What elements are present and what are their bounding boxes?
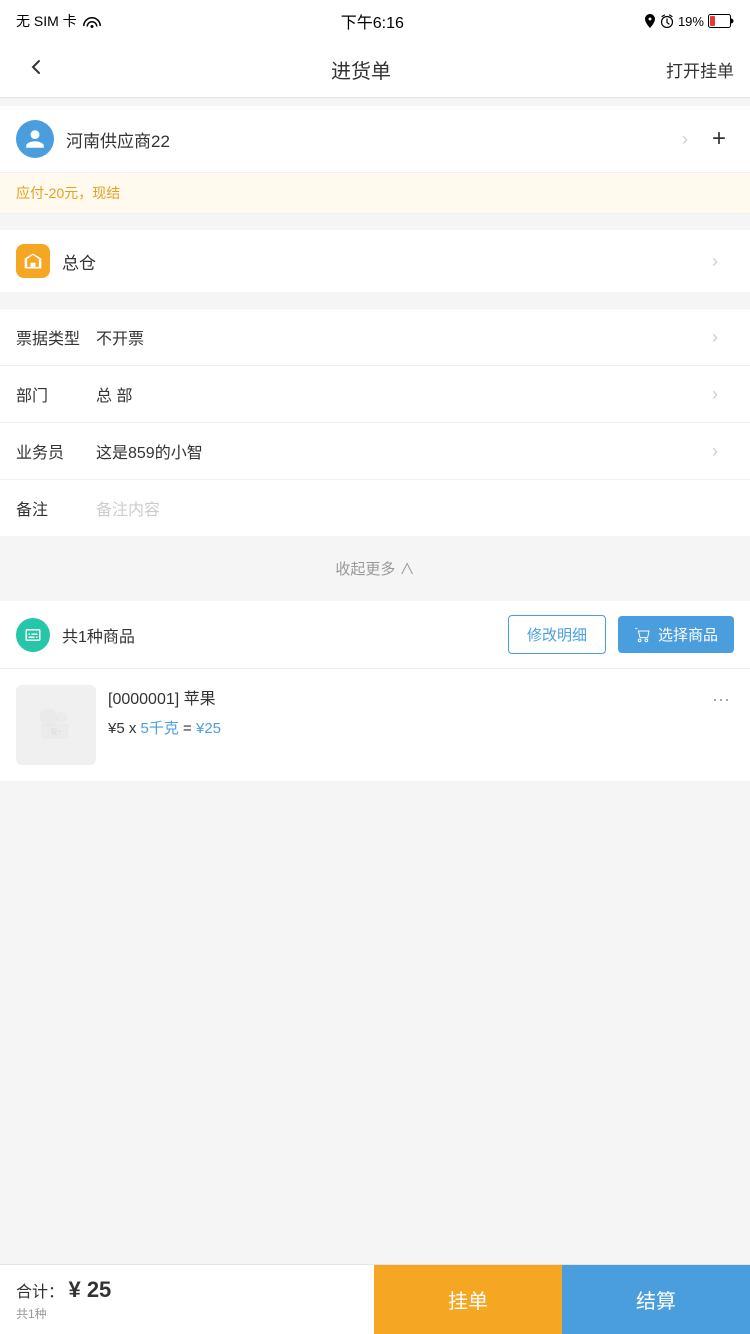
- battery-icon: [708, 14, 734, 28]
- dept-chevron: ›: [712, 384, 718, 405]
- collapse-label: 收起更多 ∧: [335, 558, 414, 579]
- supplier-avatar: [16, 120, 54, 158]
- supplier-chevron: ›: [682, 129, 688, 150]
- product-count: 共1种商品: [62, 623, 496, 647]
- product-code: [0000001]: [108, 691, 179, 708]
- dept-label: 部门: [16, 382, 96, 406]
- product-info: [0000001] 苹果 ¥5 x 5千克 = ¥25: [108, 685, 696, 738]
- product-header: 共1种商品 修改明细 选择商品: [0, 601, 750, 669]
- invoice-value: 不开票: [96, 325, 712, 349]
- total-amount: ¥ 25: [68, 1277, 111, 1302]
- location-icon: [644, 14, 656, 28]
- status-time: 下午6:16: [341, 9, 404, 33]
- total-count: 共1种: [16, 1305, 358, 1322]
- product-name: [0000001] 苹果: [108, 685, 696, 709]
- total-row: 合计： ¥ 25: [16, 1277, 358, 1303]
- product-qty: 5千克: [141, 720, 179, 737]
- warehouse-name: 总仓: [62, 249, 712, 274]
- warehouse-section: 总仓 ›: [0, 230, 750, 292]
- status-right: 19%: [644, 14, 734, 29]
- product-item: 管+ [0000001] 苹果 ¥5 x 5千克 = ¥25 ···: [0, 669, 750, 781]
- invoice-chevron: ›: [712, 327, 718, 348]
- total-label: 合计：: [16, 1284, 64, 1301]
- open-hold-button[interactable]: 打开挂单: [666, 57, 734, 82]
- add-supplier-button[interactable]: +: [704, 121, 734, 157]
- divider-1: [0, 98, 750, 106]
- dept-row[interactable]: 部门 总 部 ›: [0, 365, 750, 422]
- supplier-row[interactable]: 河南供应商22 › +: [0, 106, 750, 173]
- warehouse-icon: [16, 244, 50, 278]
- invoice-label: 票据类型: [16, 325, 96, 349]
- divider-3: [0, 300, 750, 308]
- cart-icon: [634, 627, 652, 643]
- status-carrier: 无 SIM 卡: [16, 11, 101, 31]
- sales-label: 业务员: [16, 439, 96, 463]
- product-total: ¥25: [196, 720, 221, 737]
- remark-input[interactable]: 备注内容: [96, 496, 734, 520]
- select-product-label: 选择商品: [658, 624, 718, 645]
- sales-row[interactable]: 业务员 这是859的小智 ›: [0, 422, 750, 479]
- supplier-section: 河南供应商22 › + 应付-20元，现结: [0, 106, 750, 214]
- settle-button[interactable]: 结算: [562, 1265, 750, 1334]
- dept-value: 总 部: [96, 382, 712, 406]
- hold-button[interactable]: 挂单: [374, 1265, 562, 1334]
- status-bar: 无 SIM 卡 下午6:16 19%: [0, 0, 750, 42]
- modify-detail-button[interactable]: 修改明细: [508, 615, 606, 654]
- warehouse-chevron: ›: [712, 251, 718, 272]
- select-product-button[interactable]: 选择商品: [618, 616, 734, 653]
- product-more-button[interactable]: ···: [708, 685, 734, 714]
- remark-row[interactable]: 备注 备注内容: [0, 479, 750, 536]
- sales-value: 这是859的小智: [96, 439, 712, 463]
- wifi-icon: [83, 14, 101, 28]
- product-icon: [16, 618, 50, 652]
- remark-label: 备注: [16, 496, 96, 520]
- form-section: 票据类型 不开票 › 部门 总 部 › 业务员 这是859的小智 › 备注 备注…: [0, 308, 750, 536]
- total-section: 合计： ¥ 25 共1种: [0, 1277, 374, 1322]
- warehouse-row[interactable]: 总仓 ›: [0, 230, 750, 292]
- supplier-name: 河南供应商22: [66, 127, 682, 152]
- nav-bar: 进货单 打开挂单: [0, 42, 750, 98]
- bottom-bar: 合计： ¥ 25 共1种 挂单 结算: [0, 1264, 750, 1334]
- page-title: 进货单: [331, 55, 391, 84]
- alarm-icon: [660, 14, 674, 28]
- product-section: 共1种商品 修改明细 选择商品 管+ [0000001] 苹果 ¥5: [0, 601, 750, 781]
- sales-chevron: ›: [712, 441, 718, 462]
- back-button[interactable]: [16, 47, 56, 93]
- product-title: 苹果: [184, 691, 216, 708]
- battery-percent: 19%: [678, 14, 704, 29]
- invoice-row[interactable]: 票据类型 不开票 ›: [0, 308, 750, 365]
- product-price: ¥5 x 5千克 = ¥25: [108, 717, 696, 738]
- divider-2: [0, 222, 750, 230]
- collapse-bar[interactable]: 收起更多 ∧: [0, 544, 750, 593]
- product-thumbnail: 管+: [16, 685, 96, 765]
- supplier-notice: 应付-20元，现结: [0, 173, 750, 214]
